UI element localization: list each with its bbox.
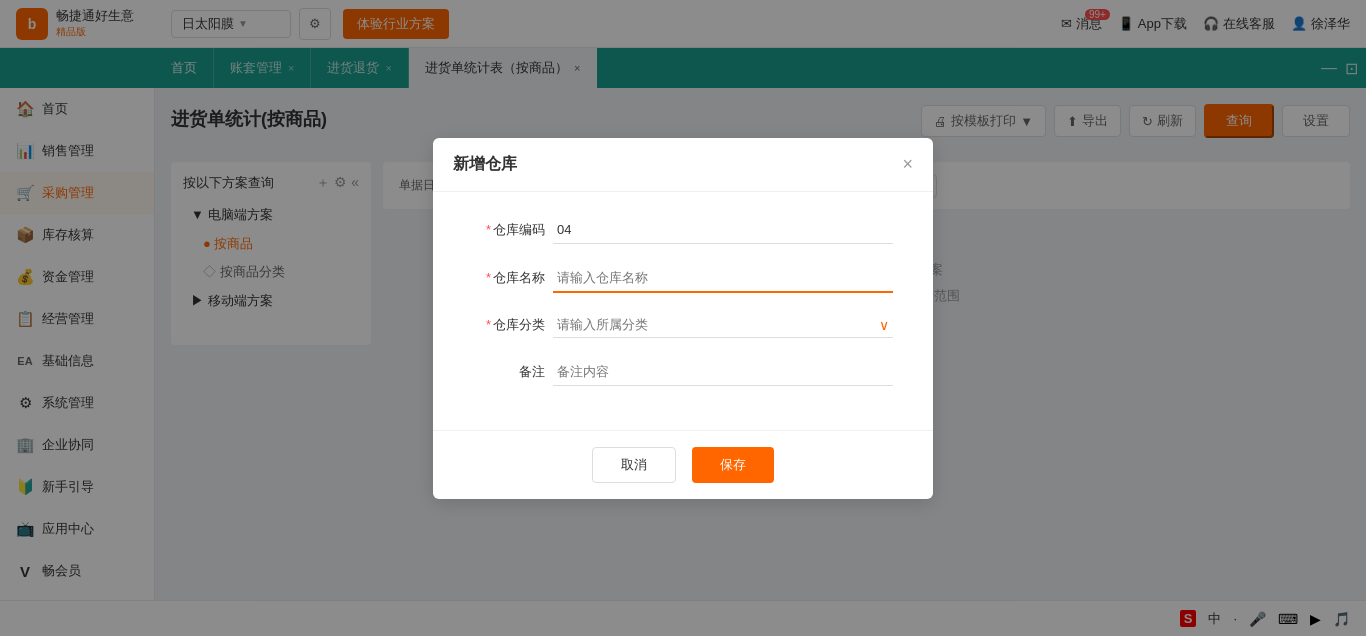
code-label: 仓库编码 bbox=[473, 221, 553, 239]
cancel-button[interactable]: 取消 bbox=[592, 447, 676, 483]
category-label: 仓库分类 bbox=[473, 316, 553, 334]
modal-close-button[interactable]: × bbox=[902, 154, 913, 175]
add-warehouse-modal: 新增仓库 × 仓库编码 仓库名称 仓库分类 ∨ bbox=[433, 138, 933, 499]
modal-title: 新增仓库 bbox=[453, 154, 517, 175]
name-input[interactable] bbox=[553, 264, 893, 293]
category-select[interactable]: ∨ bbox=[553, 313, 893, 338]
save-button[interactable]: 保存 bbox=[692, 447, 774, 483]
modal-header: 新增仓库 × bbox=[433, 138, 933, 192]
notes-field-row: 备注 bbox=[473, 358, 893, 386]
modal-body: 仓库编码 仓库名称 仓库分类 ∨ 备注 bbox=[433, 192, 933, 430]
category-input[interactable] bbox=[557, 317, 879, 332]
code-input[interactable] bbox=[553, 216, 893, 244]
name-field-row: 仓库名称 bbox=[473, 264, 893, 293]
modal-footer: 取消 保存 bbox=[433, 430, 933, 499]
category-dropdown-icon: ∨ bbox=[879, 317, 889, 333]
category-field-row: 仓库分类 ∨ bbox=[473, 313, 893, 338]
notes-input[interactable] bbox=[553, 358, 893, 386]
modal-overlay: 新增仓库 × 仓库编码 仓库名称 仓库分类 ∨ bbox=[0, 0, 1366, 636]
code-field-row: 仓库编码 bbox=[473, 216, 893, 244]
notes-label: 备注 bbox=[473, 363, 553, 381]
name-label: 仓库名称 bbox=[473, 269, 553, 287]
